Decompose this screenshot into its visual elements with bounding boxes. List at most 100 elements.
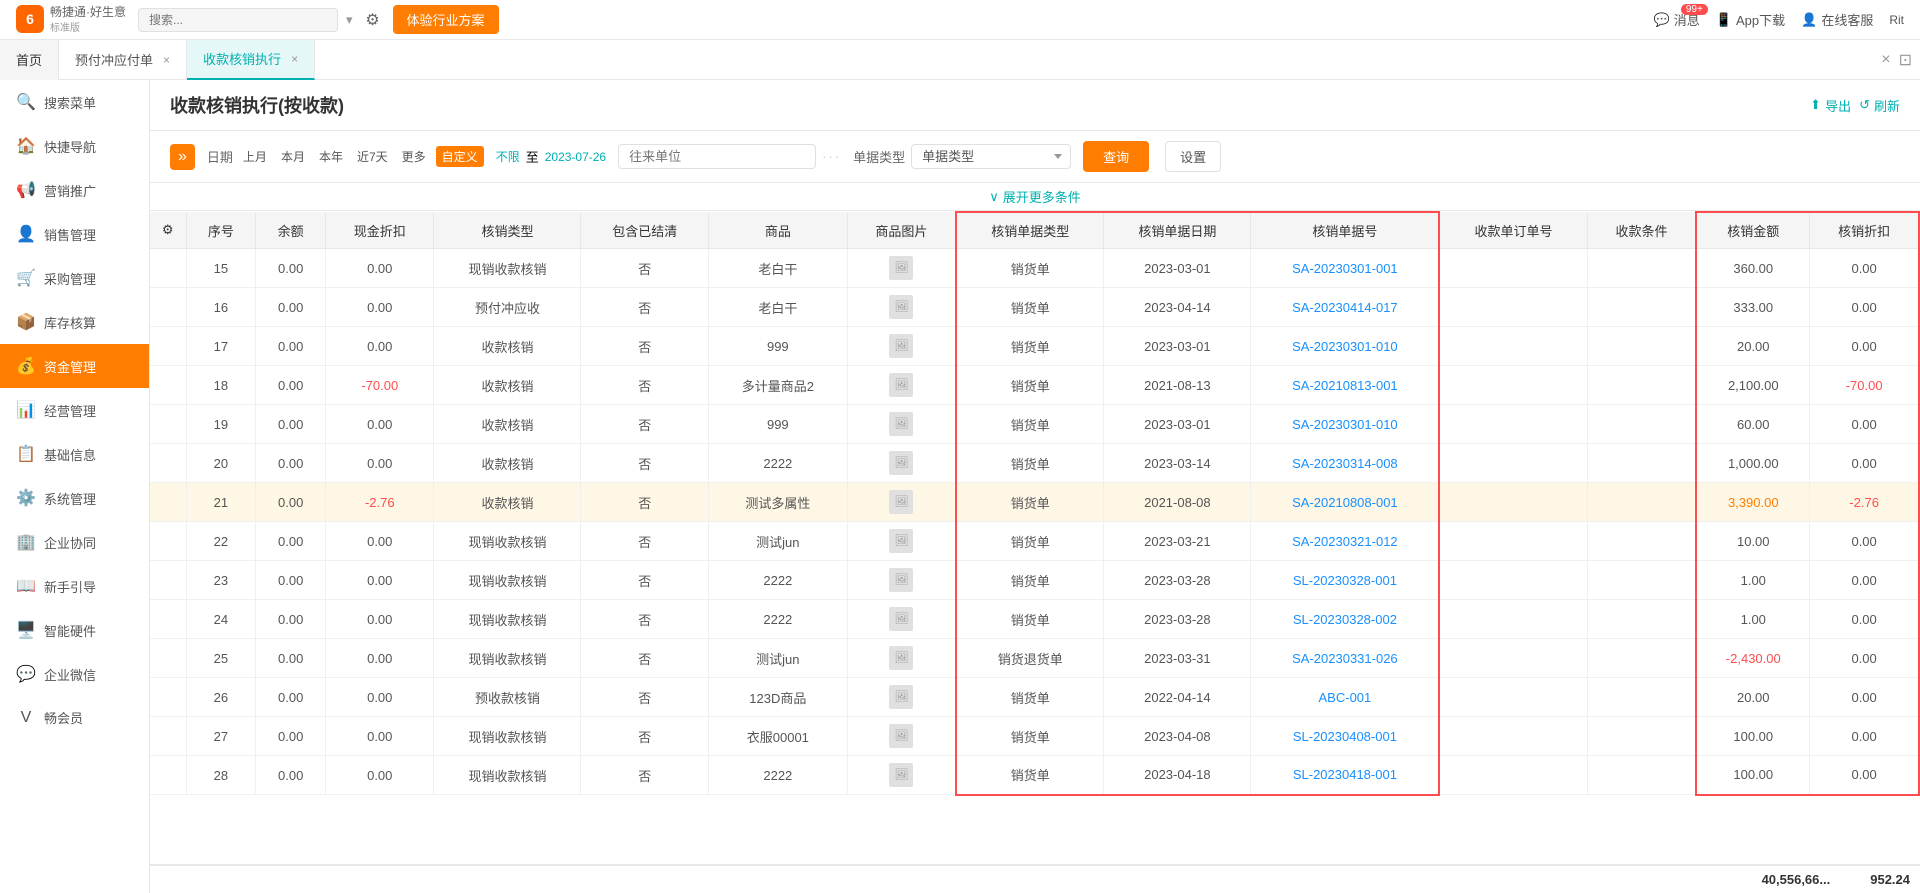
table-cell[interactable]: SL-20230408-001 <box>1251 717 1440 756</box>
table-row: 180.00-70.00收款核销否多计量商品2🖼销货单2021-08-13SA-… <box>150 366 1919 405</box>
tab-prepay-close-icon[interactable]: × <box>163 53 170 67</box>
doc-type-select[interactable]: 单据类型 <box>911 144 1071 169</box>
table-cell[interactable]: SA-20230301-010 <box>1251 405 1440 444</box>
tab-bar-actions: × ⊡ <box>1881 50 1920 70</box>
table-cell[interactable]: SL-20230418-001 <box>1251 756 1440 795</box>
bill-no-link[interactable]: SA-20230321-012 <box>1292 534 1398 549</box>
source-input[interactable] <box>618 144 816 169</box>
table-cell: 19 <box>186 405 256 444</box>
sidebar-item-inventory[interactable]: 📦 库存核算 <box>0 300 149 344</box>
message-btn[interactable]: 💬 消息 99+ <box>1654 10 1700 29</box>
col-header-settings[interactable]: ⚙ <box>150 212 186 249</box>
sidebar-item-guide[interactable]: 📖 新手引导 <box>0 564 149 608</box>
tab-writeoff[interactable]: 收款核销执行 × <box>187 40 315 80</box>
table-cell: 否 <box>581 405 709 444</box>
table-cell[interactable]: SA-20230301-001 <box>1251 249 1440 288</box>
content-area: 收款核销执行(按收款) ⬆ 导出 ↺ 刷新 » 日期 上月 本月 <box>150 80 1920 893</box>
sidebar-item-search-menu[interactable]: 🔍 搜索菜单 <box>0 80 149 124</box>
top-bar-center: ▾ ⚙ 体验行业方案 <box>138 5 1642 34</box>
tab-close-window-btn[interactable]: × <box>1881 51 1890 69</box>
bill-no-link[interactable]: SA-20230314-008 <box>1292 456 1398 471</box>
dropdown-arrow-icon: ▾ <box>346 12 353 28</box>
table-cell[interactable]: ABC-001 <box>1251 678 1440 717</box>
expand-more-btn[interactable]: ∨ 展开更多条件 <box>989 187 1081 206</box>
sidebar-item-enterprise[interactable]: 🏢 企业协同 <box>0 520 149 564</box>
table-cell[interactable]: SL-20230328-001 <box>1251 561 1440 600</box>
tab-home[interactable]: 首页 <box>0 40 59 80</box>
custom-date-btn[interactable]: 自定义 <box>436 146 484 167</box>
bill-no-link[interactable]: SA-20230301-010 <box>1292 339 1398 354</box>
app-download-btn[interactable]: 📱 App下载 <box>1716 10 1785 29</box>
table-cell[interactable]: SA-20230321-012 <box>1251 522 1440 561</box>
sidebar-item-finance[interactable]: 💰 资金管理 <box>0 344 149 388</box>
table-cell: 0.00 <box>326 249 434 288</box>
query-btn[interactable]: 查询 <box>1083 141 1149 172</box>
bill-no-link[interactable]: SA-20230301-001 <box>1292 261 1398 276</box>
sidebar-item-system[interactable]: ⚙️ 系统管理 <box>0 476 149 520</box>
table-cell[interactable]: SA-20210813-001 <box>1251 366 1440 405</box>
filter-dots: ··· <box>822 149 841 164</box>
bill-no-link[interactable]: SA-20230414-017 <box>1292 300 1398 315</box>
table-cell: 否 <box>581 639 709 678</box>
bill-no-link[interactable]: SA-20230331-026 <box>1292 651 1398 666</box>
table-cell <box>1587 405 1696 444</box>
export-btn[interactable]: ⬆ 导出 <box>1810 96 1851 115</box>
col-header-bill-no: 核销单据号 <box>1251 212 1440 249</box>
bill-no-link[interactable]: SL-20230328-002 <box>1293 612 1397 627</box>
bill-no-link[interactable]: ABC-001 <box>1319 690 1372 705</box>
table-cell[interactable]: SA-20230314-008 <box>1251 444 1440 483</box>
sidebar-item-hardware[interactable]: 🖥️ 智能硬件 <box>0 608 149 652</box>
refresh-btn[interactable]: ↺ 刷新 <box>1859 96 1900 115</box>
sidebar-item-business[interactable]: 📊 经营管理 <box>0 388 149 432</box>
last-month-btn[interactable]: 上月 <box>239 146 271 167</box>
filter-expand-btn[interactable]: » <box>170 144 195 170</box>
table-cell[interactable]: SA-20210808-001 <box>1251 483 1440 522</box>
footer-total-discount-val: 952.24 <box>1870 872 1910 887</box>
table-cell: 🖼 <box>847 249 956 288</box>
settings-btn[interactable]: 设置 <box>1165 141 1221 172</box>
sidebar-item-quick-nav[interactable]: 🏠 快捷导航 <box>0 124 149 168</box>
more-date-btn[interactable]: 更多 <box>398 146 430 167</box>
sidebar-item-marketing[interactable]: 📢 营销推广 <box>0 168 149 212</box>
bill-no-link[interactable]: SL-20230328-001 <box>1293 573 1397 588</box>
bill-no-link[interactable]: SA-20210813-001 <box>1292 378 1398 393</box>
table-cell <box>150 561 186 600</box>
bill-no-link[interactable]: SL-20230408-001 <box>1293 729 1397 744</box>
sidebar-item-sales[interactable]: 👤 销售管理 <box>0 212 149 256</box>
tab-home-label: 首页 <box>16 50 42 69</box>
table-cell: 0.00 <box>1810 522 1919 561</box>
table-cell <box>150 639 186 678</box>
sidebar-item-vip[interactable]: V 畅会员 <box>0 696 149 739</box>
bill-no-link[interactable]: SL-20230418-001 <box>1293 767 1397 782</box>
bill-no-link[interactable]: SA-20230301-010 <box>1292 417 1398 432</box>
online-service-btn[interactable]: 👤 在线客服 <box>1801 10 1873 29</box>
bill-no-link[interactable]: SA-20210808-001 <box>1292 495 1398 510</box>
table-cell: 0.00 <box>1810 600 1919 639</box>
sidebar-item-purchase[interactable]: 🛒 采购管理 <box>0 256 149 300</box>
table-cell[interactable]: SA-20230414-017 <box>1251 288 1440 327</box>
sidebar-item-wechat[interactable]: 💬 企业微信 <box>0 652 149 696</box>
table-cell[interactable]: SL-20230328-002 <box>1251 600 1440 639</box>
table-cell: 2023-04-18 <box>1104 756 1251 795</box>
industry-btn[interactable]: 体验行业方案 <box>393 5 499 34</box>
table-cell <box>1439 405 1587 444</box>
table-cell[interactable]: SA-20230301-010 <box>1251 327 1440 366</box>
this-month-btn[interactable]: 本月 <box>277 146 309 167</box>
tab-writeoff-close-icon[interactable]: × <box>291 52 298 66</box>
table-cell: 0.00 <box>326 756 434 795</box>
table-cell: 28 <box>186 756 256 795</box>
sidebar-item-basic[interactable]: 📋 基础信息 <box>0 432 149 476</box>
this-year-btn[interactable]: 本年 <box>315 146 347 167</box>
col-header-write-off-amount: 核销金额 <box>1696 212 1809 249</box>
last-7-days-btn[interactable]: 近7天 <box>353 146 392 167</box>
top-search-input[interactable] <box>138 8 338 32</box>
table-cell[interactable]: SA-20230331-026 <box>1251 639 1440 678</box>
tab-prepay[interactable]: 预付冲应付单 × <box>59 40 187 80</box>
table-cell: -2,430.00 <box>1696 639 1809 678</box>
user-name[interactable]: Rit <box>1889 13 1904 27</box>
settings-icon[interactable]: ⚙ <box>361 8 385 32</box>
tab-maximize-btn[interactable]: ⊡ <box>1899 50 1912 70</box>
table-cell: 10.00 <box>1696 522 1809 561</box>
table-cell <box>1439 717 1587 756</box>
table-cell: 0.00 <box>326 288 434 327</box>
